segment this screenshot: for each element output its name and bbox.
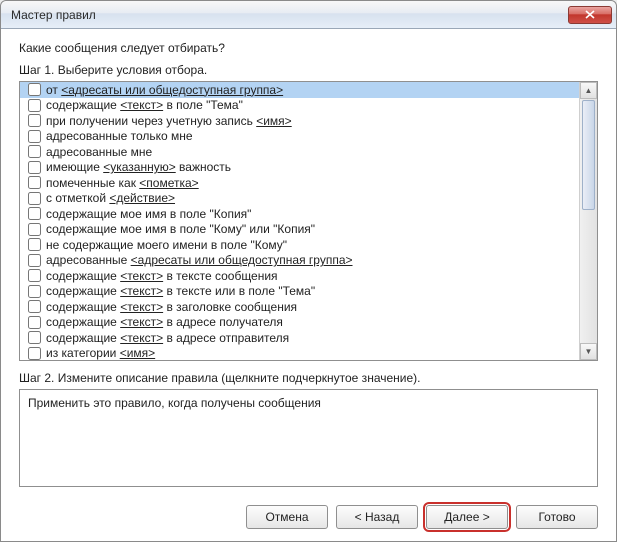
condition-row[interactable]: с отметкой <действие> xyxy=(20,191,579,207)
dialog-footer: Отмена < Назад Далее > Готово xyxy=(1,497,616,541)
condition-checkbox[interactable] xyxy=(28,300,41,313)
condition-label: содержащие <текст> в заголовке сообщения xyxy=(46,300,297,314)
condition-label: адресованные только мне xyxy=(46,129,193,143)
condition-checkbox[interactable] xyxy=(28,207,41,220)
rules-wizard-dialog: Мастер правил Какие сообщения следует от… xyxy=(0,0,617,542)
condition-checkbox[interactable] xyxy=(28,145,41,158)
condition-row[interactable]: адресованные <адресаты или общедоступная… xyxy=(20,253,579,269)
condition-row[interactable]: содержащие <текст> в тексте или в поле "… xyxy=(20,284,579,300)
condition-link[interactable]: <текст> xyxy=(120,98,163,112)
condition-checkbox[interactable] xyxy=(28,83,41,96)
condition-row[interactable]: содержащие мое имя в поле "Кому" или "Ко… xyxy=(20,222,579,238)
step2-label: Шаг 2. Измените описание правила (щелкни… xyxy=(19,371,598,385)
condition-checkbox[interactable] xyxy=(28,192,41,205)
step2-section: Шаг 2. Измените описание правила (щелкни… xyxy=(19,371,598,487)
condition-row[interactable]: при получении через учетную запись <имя> xyxy=(20,113,579,129)
condition-label: имеющие <указанную> важность xyxy=(46,160,231,174)
scroll-thumb[interactable] xyxy=(582,100,595,210)
condition-row[interactable]: содержащие <текст> в тексте сообщения xyxy=(20,268,579,284)
condition-label: содержащие <текст> в адресе получателя xyxy=(46,315,283,329)
condition-label: адресованные <адресаты или общедоступная… xyxy=(46,253,353,267)
rule-description-box[interactable]: Применить это правило, когда получены со… xyxy=(19,389,598,487)
condition-row[interactable]: адресованные мне xyxy=(20,144,579,160)
condition-checkbox[interactable] xyxy=(28,347,41,360)
condition-link[interactable]: <адресаты или общедоступная группа> xyxy=(131,253,353,267)
condition-label: от <адресаты или общедоступная группа> xyxy=(46,83,283,97)
condition-link[interactable]: <имя> xyxy=(256,114,291,128)
condition-label: содержащие <текст> в тексте сообщения xyxy=(46,269,278,283)
condition-checkbox[interactable] xyxy=(28,130,41,143)
cancel-button[interactable]: Отмена xyxy=(246,505,328,529)
condition-label: содержащие <текст> в тексте или в поле "… xyxy=(46,284,315,298)
back-button[interactable]: < Назад xyxy=(336,505,418,529)
condition-checkbox[interactable] xyxy=(28,316,41,329)
dialog-content: Какие сообщения следует отбирать? Шаг 1.… xyxy=(1,29,616,497)
close-button[interactable] xyxy=(568,6,612,24)
scroll-down-button[interactable]: ▼ xyxy=(580,343,597,360)
condition-label: содержащие <текст> в поле "Тема" xyxy=(46,98,243,112)
condition-label: не содержащие моего имени в поле "Кому" xyxy=(46,238,287,252)
condition-row[interactable]: от <адресаты или общедоступная группа> xyxy=(20,82,579,98)
condition-link[interactable]: <указанную> xyxy=(103,160,176,174)
condition-link[interactable]: <адресаты или общедоступная группа> xyxy=(61,83,283,97)
condition-link[interactable]: <действие> xyxy=(109,191,175,205)
rule-description-text: Применить это правило, когда получены со… xyxy=(28,396,321,410)
condition-row[interactable]: адресованные только мне xyxy=(20,129,579,145)
condition-row[interactable]: содержащие <текст> в адресе отправителя xyxy=(20,330,579,346)
condition-link[interactable]: <текст> xyxy=(120,331,163,345)
step1-label: Шаг 1. Выберите условия отбора. xyxy=(19,63,598,77)
condition-checkbox[interactable] xyxy=(28,269,41,282)
condition-checkbox[interactable] xyxy=(28,285,41,298)
prompt-text: Какие сообщения следует отбирать? xyxy=(19,41,598,55)
title-bar: Мастер правил xyxy=(1,1,616,29)
condition-row[interactable]: не содержащие моего имени в поле "Кому" xyxy=(20,237,579,253)
condition-label: содержащие мое имя в поле "Кому" или "Ко… xyxy=(46,222,315,236)
condition-row[interactable]: содержащие <текст> в адресе получателя xyxy=(20,315,579,331)
condition-checkbox[interactable] xyxy=(28,223,41,236)
condition-label: при получении через учетную запись <имя> xyxy=(46,114,292,128)
condition-link[interactable]: <текст> xyxy=(120,269,163,283)
condition-checkbox[interactable] xyxy=(28,238,41,251)
condition-link[interactable]: <текст> xyxy=(120,284,163,298)
conditions-list-inner: от <адресаты или общедоступная группа>со… xyxy=(20,82,579,360)
condition-checkbox[interactable] xyxy=(28,176,41,189)
condition-checkbox[interactable] xyxy=(28,99,41,112)
condition-link[interactable]: <пометка> xyxy=(139,176,198,190)
finish-button[interactable]: Готово xyxy=(516,505,598,529)
condition-row[interactable]: содержащие <текст> в заголовке сообщения xyxy=(20,299,579,315)
condition-checkbox[interactable] xyxy=(28,331,41,344)
condition-label: содержащие <текст> в адресе отправителя xyxy=(46,331,289,345)
window-title: Мастер правил xyxy=(11,8,568,22)
condition-checkbox[interactable] xyxy=(28,254,41,267)
next-button[interactable]: Далее > xyxy=(426,505,508,529)
condition-label: из категории <имя> xyxy=(46,346,155,360)
conditions-list: от <адресаты или общедоступная группа>со… xyxy=(19,81,598,361)
condition-row[interactable]: содержащие <текст> в поле "Тема" xyxy=(20,98,579,114)
condition-label: адресованные мне xyxy=(46,145,152,159)
condition-label: с отметкой <действие> xyxy=(46,191,175,205)
condition-checkbox[interactable] xyxy=(28,161,41,174)
condition-label: помеченные как <пометка> xyxy=(46,176,199,190)
close-icon xyxy=(585,10,595,19)
condition-row[interactable]: имеющие <указанную> важность xyxy=(20,160,579,176)
condition-row[interactable]: содержащие мое имя в поле "Копия" xyxy=(20,206,579,222)
scrollbar[interactable]: ▲ ▼ xyxy=(579,82,597,360)
condition-link[interactable]: <имя> xyxy=(120,346,155,360)
condition-row[interactable]: помеченные как <пометка> xyxy=(20,175,579,191)
condition-row[interactable]: из категории <имя> xyxy=(20,346,579,361)
condition-checkbox[interactable] xyxy=(28,114,41,127)
condition-link[interactable]: <текст> xyxy=(120,300,163,314)
scroll-up-button[interactable]: ▲ xyxy=(580,82,597,99)
condition-link[interactable]: <текст> xyxy=(120,315,163,329)
condition-label: содержащие мое имя в поле "Копия" xyxy=(46,207,251,221)
